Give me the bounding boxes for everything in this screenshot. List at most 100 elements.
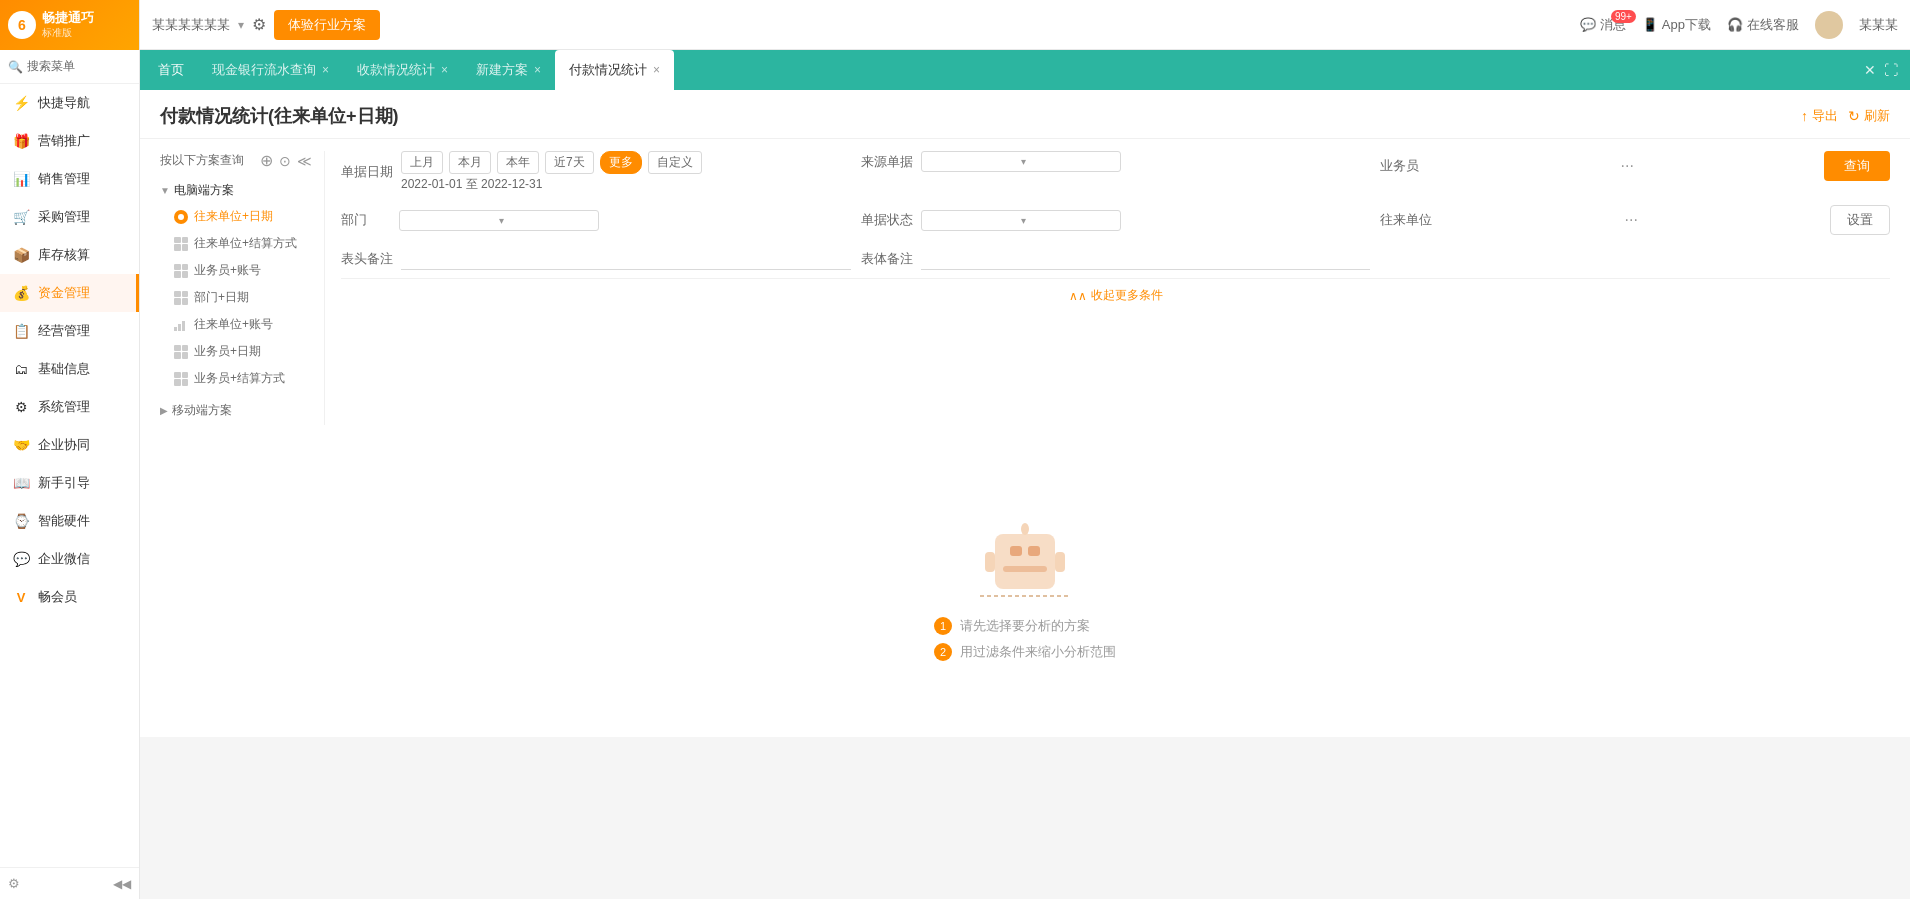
sidebar-header: 6 畅捷通巧 标准版 [0, 0, 139, 50]
tab-payment[interactable]: 付款情况统计 × [555, 50, 674, 90]
marketing-icon: 🎁 [12, 132, 30, 150]
sidebar-item-hardware[interactable]: ⌚ 智能硬件 [0, 502, 139, 540]
staff-dots[interactable]: ··· [1616, 157, 1637, 175]
topbar-gear-icon[interactable]: ⚙ [252, 15, 266, 34]
tab-new-scheme[interactable]: 新建方案 × [462, 50, 555, 90]
body-note-input[interactable] [921, 247, 1371, 270]
system-icon: ⚙ [12, 398, 30, 416]
dept-select[interactable]: ▾ [399, 210, 599, 231]
scheme-mobile-label: 移动端方案 [172, 402, 232, 419]
svg-point-6 [1021, 523, 1029, 535]
scheme-collapse-icon[interactable]: ≪ [297, 153, 312, 169]
scheme-item-label: 业务员+日期 [194, 343, 261, 360]
search-label: 搜索菜单 [27, 58, 75, 75]
tab-receipt[interactable]: 收款情况统计 × [343, 50, 462, 90]
sidebar-item-basic[interactable]: 🗂 基础信息 [0, 350, 139, 388]
date-btn-this-month[interactable]: 本月 [449, 151, 491, 174]
sidebar-item-purchase[interactable]: 🛒 采购管理 [0, 198, 139, 236]
sidebar-item-guide[interactable]: 📖 新手引导 [0, 464, 139, 502]
tab-home[interactable]: 首页 [144, 50, 198, 90]
sidebar-item-label: 系统管理 [38, 398, 90, 416]
tab-payment-close-icon[interactable]: × [653, 63, 660, 77]
tab-receipt-label: 收款情况统计 [357, 61, 435, 79]
trial-button[interactable]: 体验行业方案 [274, 10, 380, 40]
sidebar-item-finance[interactable]: 💰 资金管理 [0, 274, 139, 312]
service-icon: 🎧 [1727, 17, 1743, 32]
sidebar-item-label: 销售管理 [38, 170, 90, 188]
scheme-item-label: 部门+日期 [194, 289, 249, 306]
sidebar-item-marketing[interactable]: 🎁 营销推广 [0, 122, 139, 160]
refresh-label: 刷新 [1864, 107, 1890, 125]
query-button[interactable]: 查询 [1824, 151, 1890, 181]
source-doc-select[interactable]: ▾ [921, 151, 1121, 172]
scheme-settings-icon[interactable]: ⊙ [279, 153, 291, 169]
sidebar-item-ops[interactable]: 📋 经营管理 [0, 312, 139, 350]
hint-text-2: 用过滤条件来缩小分析范围 [960, 643, 1116, 661]
sidebar-item-sales[interactable]: 📊 销售管理 [0, 160, 139, 198]
scheme-item-staff-account[interactable]: 业务员+账号 [168, 257, 312, 284]
source-doc-arrow-icon: ▾ [1021, 156, 1112, 167]
company-chevron-icon[interactable]: ▾ [238, 18, 244, 32]
sidebar-item-inventory[interactable]: 📦 库存核算 [0, 236, 139, 274]
app-download-button[interactable]: 📱 App下载 [1642, 16, 1711, 34]
scheme-item-dept-date[interactable]: 部门+日期 [168, 284, 312, 311]
date-btn-this-year[interactable]: 本年 [497, 151, 539, 174]
tab-maximize-icon[interactable]: ⛶ [1884, 62, 1898, 78]
tab-bank[interactable]: 现金银行流水查询 × [198, 50, 343, 90]
doc-status-select[interactable]: ▾ [921, 210, 1121, 231]
export-button[interactable]: ↑ 导出 [1801, 107, 1838, 125]
scheme-desktop-group-title[interactable]: ▼ 电脑端方案 [160, 178, 312, 203]
unit-dots[interactable]: ··· [1620, 211, 1641, 229]
tab-new-scheme-close-icon[interactable]: × [534, 63, 541, 77]
message-button[interactable]: 💬 消息 99+ [1580, 16, 1626, 34]
tab-receipt-close-icon[interactable]: × [441, 63, 448, 77]
sidebar-item-member[interactable]: V 畅会员 [0, 578, 139, 616]
online-service-button[interactable]: 🎧 在线客服 [1727, 16, 1799, 34]
date-btn-custom[interactable]: 自定义 [648, 151, 702, 174]
filter-area: 按以下方案查询 ⊕ ⊙ ≪ ▼ 电脑端方案 [140, 139, 1910, 437]
scheme-item-unit-account[interactable]: 往来单位+账号 [168, 311, 312, 338]
body-note-label: 表体备注 [861, 250, 913, 268]
user-avatar[interactable] [1815, 11, 1843, 39]
sidebar-footer: ⚙ ◀◀ [0, 867, 139, 899]
search-menu[interactable]: 🔍 搜索菜单 [0, 50, 139, 84]
sidebar-item-corp[interactable]: 🤝 企业协同 [0, 426, 139, 464]
date-btn-7days[interactable]: 近7天 [545, 151, 594, 174]
header-note-input[interactable] [401, 247, 851, 270]
scheme-item-staff-date[interactable]: 业务员+日期 [168, 338, 312, 365]
finance-icon: 💰 [12, 284, 30, 302]
member-icon: V [12, 588, 30, 606]
date-btn-more[interactable]: 更多 [600, 151, 642, 174]
settings-button[interactable]: 设置 [1830, 205, 1890, 235]
message-badge: 99+ [1611, 10, 1636, 23]
ops-icon: 📋 [12, 322, 30, 340]
scheme-list: 往来单位+日期 往来单位+结算方式 [160, 203, 312, 392]
tabbar-actions: ✕ ⛶ [1864, 62, 1906, 78]
scheme-item-unit-settle[interactable]: 往来单位+结算方式 [168, 230, 312, 257]
collapse-more-button[interactable]: ∧∧ 收起更多条件 [341, 278, 1890, 312]
tab-close-all-icon[interactable]: ✕ [1864, 62, 1876, 78]
scheme-item-staff-settle[interactable]: 业务员+结算方式 [168, 365, 312, 392]
sidebar-item-wechat[interactable]: 💬 企业微信 [0, 540, 139, 578]
sidebar-item-quick-nav[interactable]: ⚡ 快捷导航 [0, 84, 139, 122]
date-label: 单据日期 [341, 163, 393, 181]
svg-rect-5 [1055, 552, 1065, 572]
sidebar-item-system[interactable]: ⚙ 系统管理 [0, 388, 139, 426]
date-btn-last-month[interactable]: 上月 [401, 151, 443, 174]
collapse-sidebar-icon[interactable]: ◀◀ [113, 877, 131, 891]
sidebar-item-label: 资金管理 [38, 284, 90, 302]
scheme-add-icon[interactable]: ⊕ [260, 151, 273, 170]
settings-icon[interactable]: ⚙ [8, 876, 20, 891]
scheme-bar-icon [174, 319, 188, 331]
tabbar: 首页 现金银行流水查询 × 收款情况统计 × 新建方案 × 付款情况统计 × ✕… [140, 50, 1910, 90]
scheme-mobile-group[interactable]: ▶ 移动端方案 [160, 396, 312, 425]
refresh-button[interactable]: ↻ 刷新 [1848, 107, 1890, 125]
scheme-grid-icon [174, 264, 188, 278]
sidebar-item-label: 新手引导 [38, 474, 90, 492]
tab-bank-close-icon[interactable]: × [322, 63, 329, 77]
scheme-header-actions: ⊕ ⊙ ≪ [260, 151, 312, 170]
empty-hints: 1 请先选择要分析的方案 2 用过滤条件来缩小分析范围 [934, 617, 1116, 661]
logo-text: 畅捷通巧 [42, 10, 94, 26]
scheme-item-unit-date[interactable]: 往来单位+日期 [168, 203, 312, 230]
scheme-grid-icon [174, 345, 188, 359]
